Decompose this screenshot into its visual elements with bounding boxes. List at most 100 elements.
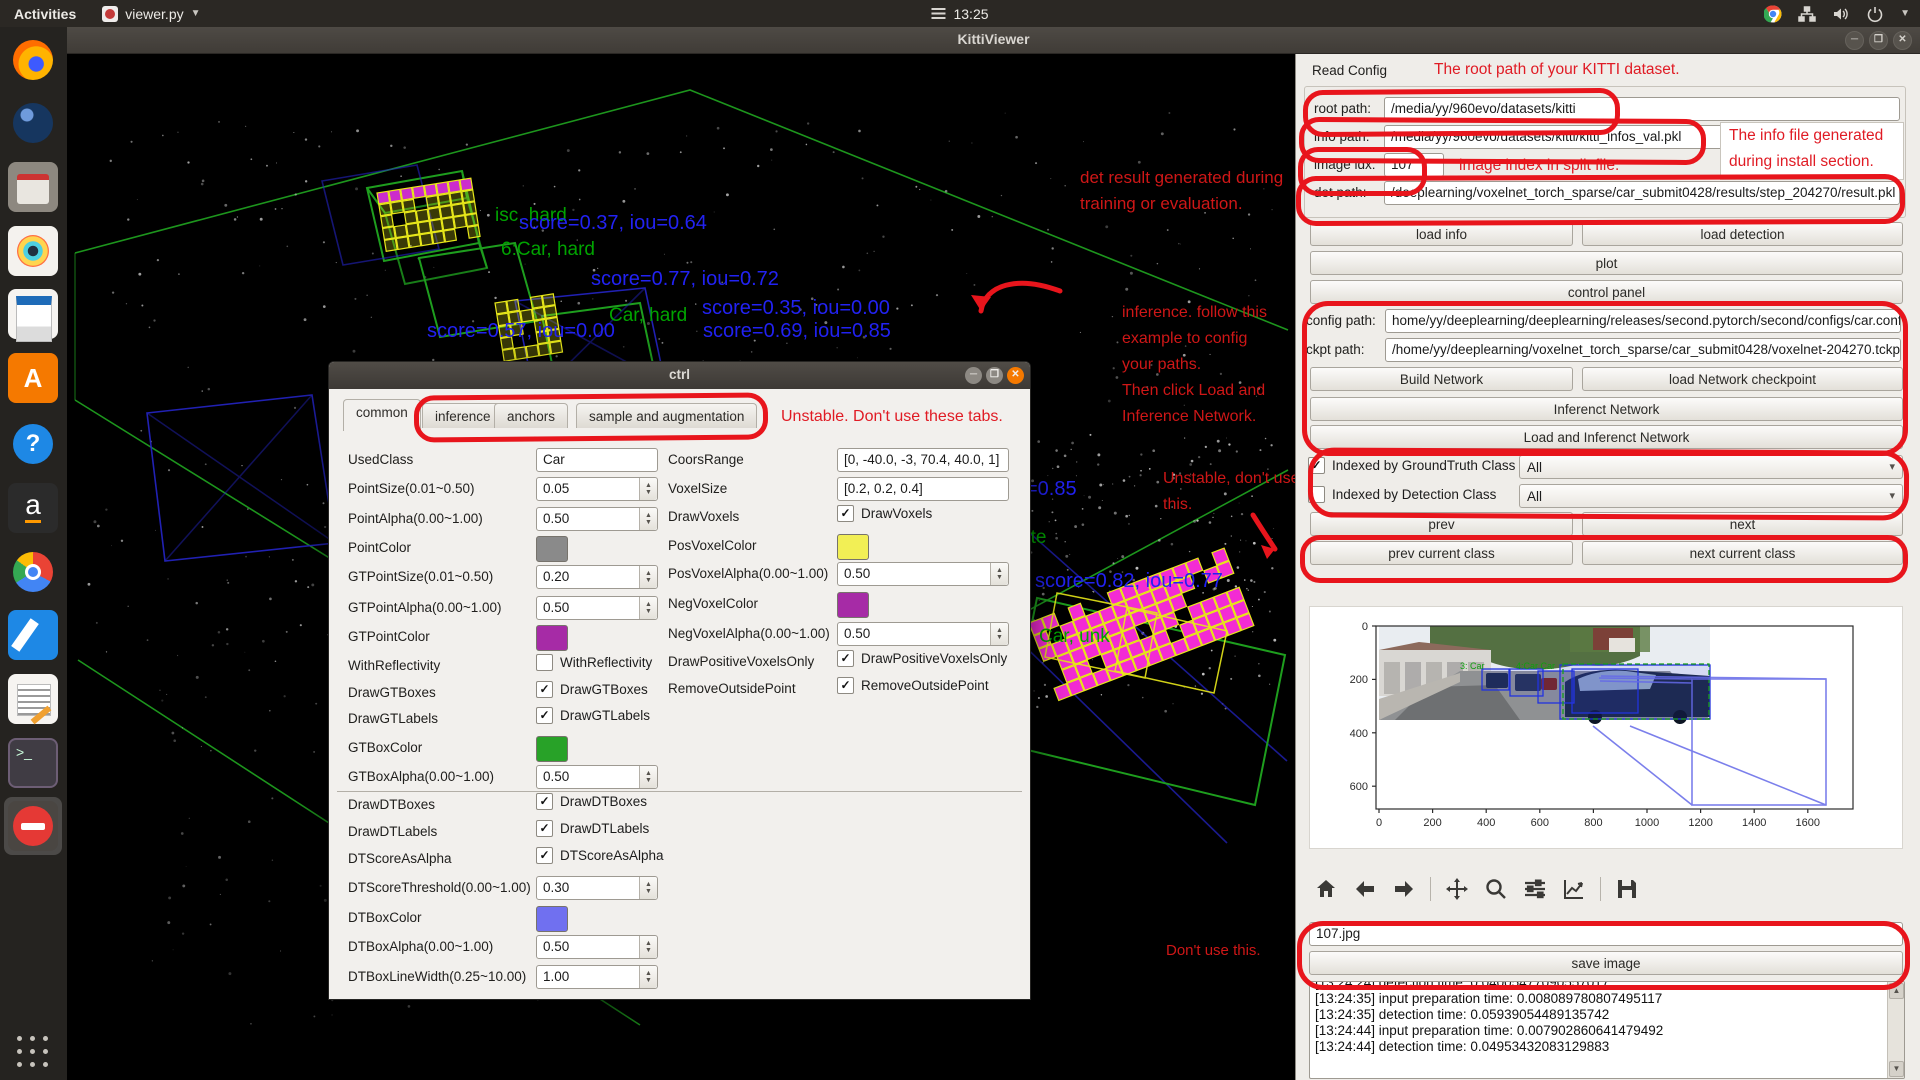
save-image-button[interactable]: save image — [1309, 951, 1903, 975]
back-icon[interactable] — [1352, 876, 1378, 902]
load-network-checkpoint-button[interactable]: load Network checkpoint — [1582, 367, 1903, 391]
dtboxlinewidth-spinner[interactable]: 1.00▲▼ — [536, 965, 658, 989]
dtboxalpha-spinner[interactable]: 0.50▲▼ — [536, 935, 658, 959]
removeoutsidepoint-checkbox[interactable]: ✓RemoveOutsidePoint — [837, 677, 989, 694]
ckpt-path-input[interactable]: /home/yy/deeplearning/voxelnet_torch_spa… — [1385, 338, 1901, 362]
field-label: WithReflectivity — [348, 658, 440, 673]
dtscoreasalpha-checkbox[interactable]: ✓DTScoreAsAlpha — [536, 847, 664, 864]
image-idx-input[interactable]: 107 — [1384, 153, 1444, 177]
dock-item-writer[interactable] — [8, 289, 58, 339]
dock-item-chrome[interactable] — [8, 547, 58, 597]
dock-item-editor[interactable] — [8, 674, 58, 724]
ctrl-titlebar[interactable]: ctrl ─ ❐ ✕ — [329, 362, 1030, 389]
tab-sample-augmentation[interactable]: sample and augmentation — [576, 403, 757, 428]
config-path-input[interactable]: home/yy/deeplearning/deeplearning/releas… — [1385, 309, 1901, 333]
volume-icon[interactable] — [1832, 5, 1850, 23]
plot-button[interactable]: plot — [1310, 251, 1903, 275]
chevron-down-icon[interactable]: ▼ — [1900, 8, 1910, 19]
scroll-up-icon[interactable]: ▲ — [1889, 983, 1904, 999]
det-path-input[interactable]: /deeplearning/voxelnet_torch_sparse/car_… — [1384, 181, 1900, 205]
dock-item-vscode[interactable] — [8, 610, 58, 660]
maximize-button[interactable]: ❐ — [1869, 31, 1888, 50]
clock-menu[interactable]: 13:25 — [931, 6, 988, 22]
dock-item-music[interactable] — [8, 98, 58, 148]
drawvoxels-checkbox[interactable]: ✓DrawVoxels — [837, 505, 932, 522]
negvoxelcolor-swatch[interactable] — [837, 592, 869, 618]
withreflectivity-checkbox[interactable]: WithReflectivity — [536, 654, 652, 671]
x-axis-ticks: 0200400 6008001000 120014001600 — [1376, 817, 1820, 829]
load-and-inference-network-button[interactable]: Load and Inferenct Network — [1310, 425, 1903, 449]
zoom-icon[interactable] — [1483, 876, 1509, 902]
pointsize-spinner[interactable]: 0.05▲▼ — [536, 477, 658, 501]
app-menu[interactable]: viewer.py ▼ — [102, 6, 200, 22]
dtboxcolor-swatch[interactable] — [536, 906, 568, 932]
root-path-input[interactable]: /media/yy/960evo/datasets/kitti — [1384, 97, 1900, 121]
log-scrollbar[interactable]: ▲ ▼ — [1887, 982, 1904, 1078]
indexed-by-groundtruth-checkbox[interactable]: ✓Indexed by GroundTruth Class — [1308, 457, 1515, 474]
minimize-button[interactable]: ─ — [1845, 31, 1864, 50]
pan-icon[interactable] — [1444, 876, 1470, 902]
save-icon[interactable] — [1614, 876, 1640, 902]
control-panel-button[interactable]: control panel — [1310, 280, 1903, 304]
next-button[interactable]: next — [1582, 512, 1903, 536]
close-button[interactable]: ✕ — [1893, 31, 1912, 50]
tab-inference[interactable]: inference — [422, 403, 504, 428]
indexed-by-detection-checkbox[interactable]: Indexed by Detection Class — [1308, 486, 1496, 503]
pointcolor-swatch[interactable] — [536, 536, 568, 562]
next-current-class-button[interactable]: next current class — [1582, 541, 1903, 565]
dtscorethreshold-spinner[interactable]: 0.30▲▼ — [536, 876, 658, 900]
log-line: [13:24:24] detection time: 0.04005477090… — [1315, 981, 1884, 991]
load-detection-button[interactable]: load detection — [1582, 222, 1903, 246]
coorsrange-input[interactable]: [0, -40.0, -3, 70.4, 40.0, 1] — [837, 448, 1009, 472]
detection-class-select[interactable]: All — [1519, 484, 1903, 508]
gtpointsize-spinner[interactable]: 0.20▲▼ — [536, 565, 658, 589]
gtpointcolor-swatch[interactable] — [536, 625, 568, 651]
forward-icon[interactable] — [1391, 876, 1417, 902]
dock-item-firefox[interactable] — [8, 35, 58, 85]
ctrl-minimize-button[interactable]: ─ — [965, 367, 982, 384]
drawdtboxes-checkbox[interactable]: ✓DrawDTBoxes — [536, 793, 647, 810]
save-filename-input[interactable]: 107.jpg — [1309, 922, 1903, 946]
dock-item-terminal[interactable]: >_ — [8, 738, 58, 788]
inference-network-button[interactable]: Inferenct Network — [1310, 397, 1903, 421]
posvoxelalpha-spinner[interactable]: 0.50▲▼ — [837, 562, 1009, 586]
prev-button[interactable]: prev — [1310, 512, 1573, 536]
build-network-button[interactable]: Build Network — [1310, 367, 1573, 391]
usedclass-input[interactable]: Car — [536, 448, 658, 472]
dock-item-files[interactable] — [8, 162, 58, 212]
dock-item-amazon[interactable]: a — [8, 483, 58, 533]
annotation-image-idx: image index in split file. — [1459, 157, 1619, 175]
ctrl-maximize-button[interactable]: ❐ — [986, 367, 1003, 384]
tab-common[interactable]: common — [343, 399, 421, 431]
groundtruth-class-select[interactable]: All — [1519, 455, 1903, 479]
voxelsize-input[interactable]: [0.2, 0.2, 0.4] — [837, 477, 1009, 501]
ctrl-close-button[interactable]: ✕ — [1007, 367, 1024, 384]
dock-item-software[interactable]: A — [8, 353, 58, 403]
activities-button[interactable]: Activities — [14, 6, 76, 22]
home-icon[interactable] — [1313, 876, 1339, 902]
dock-item-shotwell[interactable] — [8, 226, 58, 276]
gtboxcolor-swatch[interactable] — [536, 736, 568, 762]
pointalpha-spinner[interactable]: 0.50▲▼ — [536, 507, 658, 531]
prev-current-class-button[interactable]: prev current class — [1310, 541, 1573, 565]
chrome-tray-icon[interactable] — [1764, 5, 1782, 23]
show-applications-button[interactable] — [17, 1036, 51, 1070]
power-icon[interactable] — [1866, 5, 1884, 23]
posvoxelcolor-swatch[interactable] — [837, 534, 869, 560]
subplots-icon[interactable] — [1522, 876, 1548, 902]
dock-item-help[interactable]: ? — [8, 419, 58, 469]
network-icon[interactable] — [1798, 5, 1816, 23]
gtpointalpha-spinner[interactable]: 0.50▲▼ — [536, 596, 658, 620]
message-log[interactable]: [13:24:24] detection time: 0.04005477090… — [1309, 981, 1905, 1079]
drawdtlabels-checkbox[interactable]: ✓DrawDTLabels — [536, 820, 649, 837]
scroll-down-icon[interactable]: ▼ — [1889, 1061, 1904, 1077]
drawgtlabels-checkbox[interactable]: ✓DrawGTLabels — [536, 707, 650, 724]
dock-item-viewer-app[interactable] — [8, 801, 58, 851]
negvoxelalpha-spinner[interactable]: 0.50▲▼ — [837, 622, 1009, 646]
drawpositivevoxelsonly-checkbox[interactable]: ✓DrawPositiveVoxelsOnly — [837, 650, 1007, 667]
gtboxalpha-spinner[interactable]: 0.50▲▼ — [536, 765, 658, 789]
drawgtboxes-checkbox[interactable]: ✓DrawGTBoxes — [536, 681, 648, 698]
axes-edit-icon[interactable] — [1561, 876, 1587, 902]
load-info-button[interactable]: load info — [1310, 222, 1573, 246]
tab-anchors[interactable]: anchors — [494, 403, 568, 428]
